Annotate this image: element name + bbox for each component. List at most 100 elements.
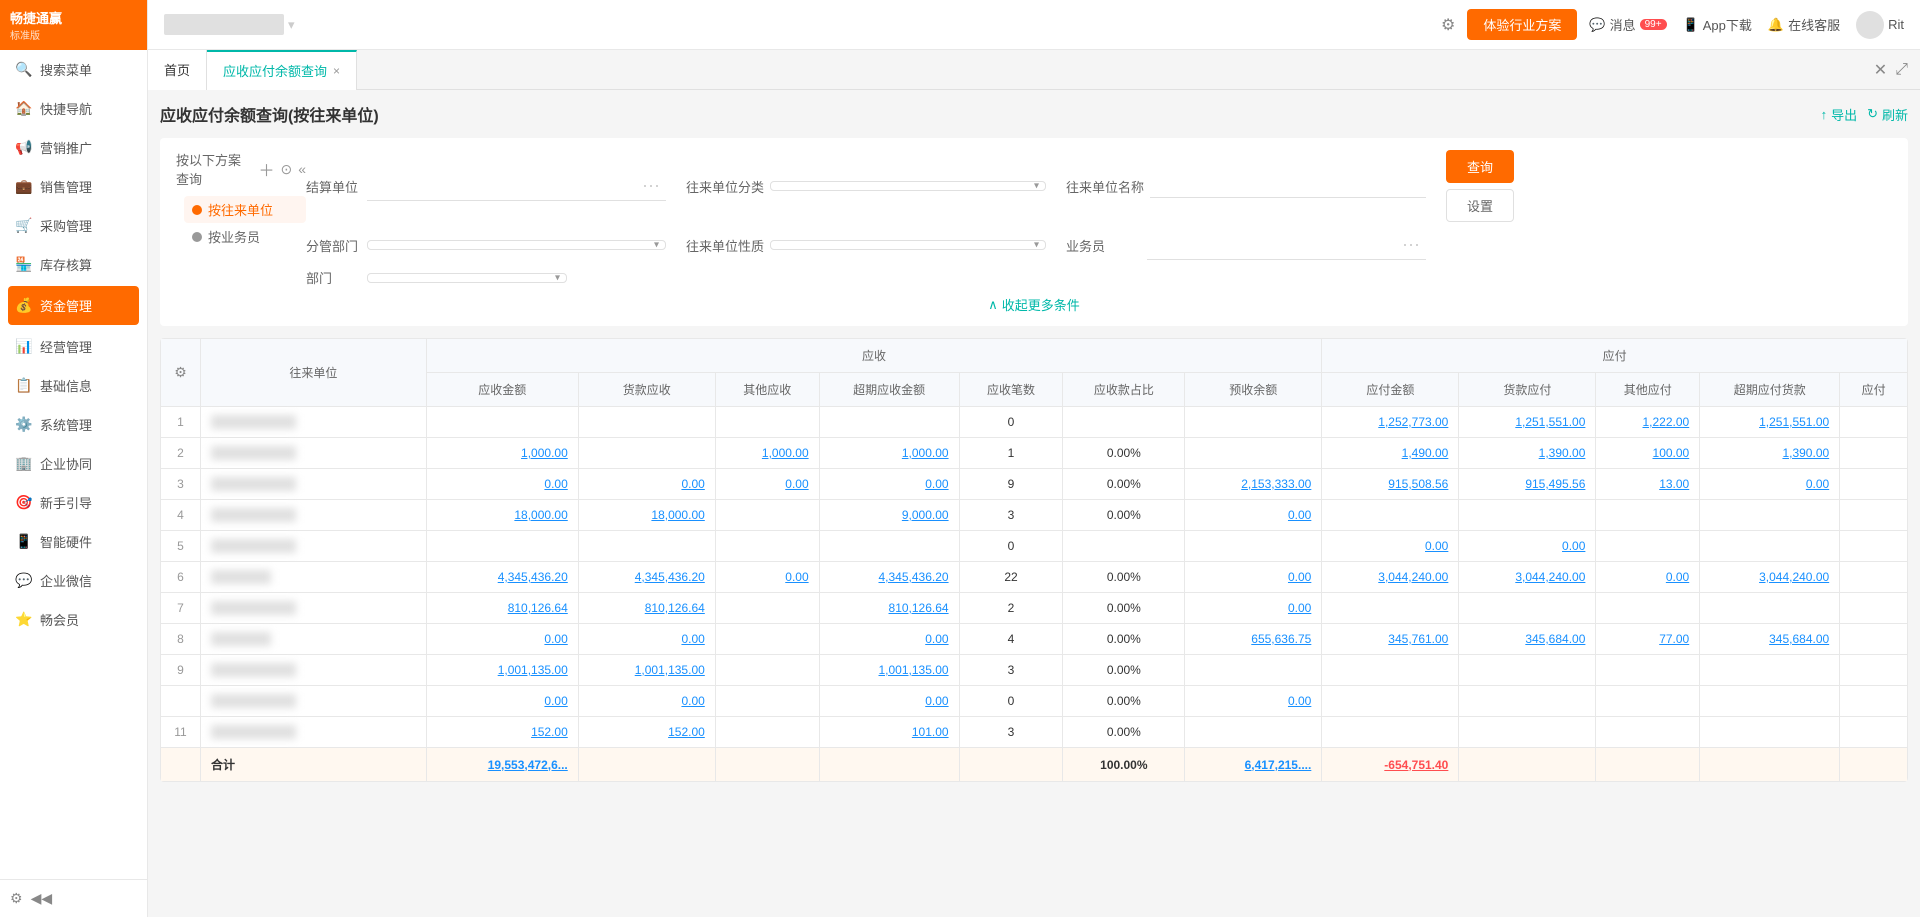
tab-close-icon[interactable]: × (333, 64, 340, 78)
advance-balance[interactable] (1185, 717, 1322, 748)
other-receivable[interactable]: 1,000.00 (715, 438, 819, 469)
sidebar-item-nav[interactable]: 🏠 快捷导航 (0, 89, 147, 128)
close-window-icon[interactable]: ✕ (1874, 60, 1887, 80)
overdue-receivable[interactable]: 1,000.00 (819, 438, 959, 469)
total-other-payable[interactable] (1596, 748, 1700, 782)
payable-suffix[interactable] (1840, 407, 1908, 438)
sidebar-item-operations[interactable]: 📊 经营管理 (0, 327, 147, 366)
total-payable[interactable]: -654,751.40 (1322, 748, 1459, 782)
other-payable[interactable]: 77.00 (1596, 624, 1700, 655)
loan-payable[interactable]: 1,251,551.00 (1459, 407, 1596, 438)
partner-nature-select[interactable]: ▾ (770, 240, 1046, 250)
receivable-amount[interactable]: 0.00 (426, 469, 578, 500)
sidebar-item-guide[interactable]: 🎯 新手引导 (0, 483, 147, 522)
other-receivable[interactable] (715, 717, 819, 748)
settings-btn[interactable]: 设置 (1446, 189, 1514, 222)
loan-receivable[interactable]: 1,001,135.00 (578, 655, 715, 686)
overdue-payable[interactable]: 3,044,240.00 (1700, 562, 1840, 593)
sidebar-item-device[interactable]: 📱 智能硬件 (0, 522, 147, 561)
receivable-amount[interactable]: 4,345,436.20 (426, 562, 578, 593)
payable-suffix[interactable] (1840, 717, 1908, 748)
loan-receivable[interactable] (578, 407, 715, 438)
filter-tab-by-salesman[interactable]: 按业务员 (184, 223, 306, 250)
collapse-btn[interactable]: ∧ 收起更多条件 (988, 295, 1080, 314)
advance-balance[interactable] (1185, 655, 1322, 686)
overdue-receivable[interactable]: 0.00 (819, 686, 959, 717)
overdue-payable[interactable]: 1,251,551.00 (1700, 407, 1840, 438)
sidebar-item-search[interactable]: 🔍 搜索菜单 (0, 50, 147, 89)
receivable-amount[interactable] (426, 531, 578, 562)
export-btn[interactable]: ↑ 导出 (1821, 105, 1858, 124)
payable-amount[interactable]: 0.00 (1322, 531, 1459, 562)
other-payable[interactable] (1596, 500, 1700, 531)
other-receivable[interactable]: 0.00 (715, 562, 819, 593)
loan-receivable[interactable]: 0.00 (578, 469, 715, 500)
advance-balance[interactable]: 0.00 (1185, 500, 1322, 531)
receivable-amount[interactable]: 1,000.00 (426, 438, 578, 469)
other-receivable[interactable] (715, 686, 819, 717)
overdue-receivable[interactable]: 810,126.64 (819, 593, 959, 624)
receivable-amount[interactable]: 0.00 (426, 686, 578, 717)
gear-icon[interactable]: ⚙ (1441, 15, 1455, 35)
settings-bottom-icon[interactable]: ⚙ (10, 890, 23, 907)
other-payable[interactable]: 13.00 (1596, 469, 1700, 500)
collapse-filter-icon[interactable]: « (298, 161, 306, 177)
payable-suffix[interactable] (1840, 531, 1908, 562)
total-loan-receivable[interactable] (578, 748, 715, 782)
overdue-receivable[interactable]: 0.00 (819, 624, 959, 655)
total-overdue-receivable[interactable] (819, 748, 959, 782)
total-other-receivable[interactable] (715, 748, 819, 782)
sidebar-item-system[interactable]: ⚙️ 系统管理 (0, 405, 147, 444)
loan-payable[interactable] (1459, 655, 1596, 686)
loan-payable[interactable]: 3,044,240.00 (1459, 562, 1596, 593)
loan-payable[interactable] (1459, 500, 1596, 531)
department-select[interactable]: ▾ (367, 273, 567, 283)
sidebar-item-inventory[interactable]: 🏪 库存核算 (0, 245, 147, 284)
advance-balance[interactable]: 2,153,333.00 (1185, 469, 1322, 500)
total-loan-payable[interactable] (1459, 748, 1596, 782)
total-overdue-payable[interactable] (1700, 748, 1840, 782)
other-receivable[interactable] (715, 624, 819, 655)
receivable-amount[interactable]: 152.00 (426, 717, 578, 748)
loan-payable[interactable] (1459, 593, 1596, 624)
user-menu[interactable]: Rit (1856, 11, 1904, 39)
sidebar-item-finance[interactable]: 💰 资金管理 (8, 286, 139, 325)
payable-suffix[interactable] (1840, 469, 1908, 500)
other-receivable[interactable] (715, 593, 819, 624)
settings-filter-icon[interactable]: ⊙ (280, 161, 292, 178)
refresh-btn[interactable]: ↻ 刷新 (1867, 105, 1908, 124)
receivable-amount[interactable]: 0.00 (426, 624, 578, 655)
advance-balance[interactable]: 0.00 (1185, 562, 1322, 593)
loan-receivable[interactable]: 4,345,436.20 (578, 562, 715, 593)
receivable-amount[interactable]: 1,001,135.00 (426, 655, 578, 686)
overdue-payable[interactable]: 1,390.00 (1700, 438, 1840, 469)
other-receivable[interactable]: 0.00 (715, 469, 819, 500)
advance-balance[interactable]: 655,636.75 (1185, 624, 1322, 655)
sidebar-item-purchase[interactable]: 🛒 采购管理 (0, 206, 147, 245)
payable-amount[interactable] (1322, 655, 1459, 686)
app-download-btn[interactable]: 📱 App下载 (1683, 15, 1752, 34)
overdue-payable[interactable] (1700, 686, 1840, 717)
other-payable[interactable] (1596, 686, 1700, 717)
loan-payable[interactable]: 1,390.00 (1459, 438, 1596, 469)
other-payable[interactable] (1596, 655, 1700, 686)
payable-suffix[interactable] (1840, 593, 1908, 624)
other-payable[interactable] (1596, 531, 1700, 562)
add-filter-icon[interactable]: ＋ (258, 157, 274, 181)
sidebar-item-corp[interactable]: 🏢 企业协同 (0, 444, 147, 483)
loan-payable[interactable] (1459, 686, 1596, 717)
overdue-payable[interactable] (1700, 500, 1840, 531)
table-settings-icon[interactable]: ⚙ (174, 364, 187, 380)
payable-suffix[interactable] (1840, 438, 1908, 469)
total-advance[interactable]: 6,417,215.... (1185, 748, 1322, 782)
other-payable[interactable] (1596, 593, 1700, 624)
other-payable[interactable]: 1,222.00 (1596, 407, 1700, 438)
payable-suffix[interactable] (1840, 655, 1908, 686)
overdue-payable[interactable] (1700, 655, 1840, 686)
sidebar-item-base[interactable]: 📋 基础信息 (0, 366, 147, 405)
sidebar-item-wechat[interactable]: 💬 企业微信 (0, 561, 147, 600)
payable-amount[interactable] (1322, 593, 1459, 624)
payable-amount[interactable]: 1,490.00 (1322, 438, 1459, 469)
sidebar-item-member[interactable]: ⭐ 畅会员 (0, 600, 147, 639)
overdue-receivable[interactable] (819, 531, 959, 562)
